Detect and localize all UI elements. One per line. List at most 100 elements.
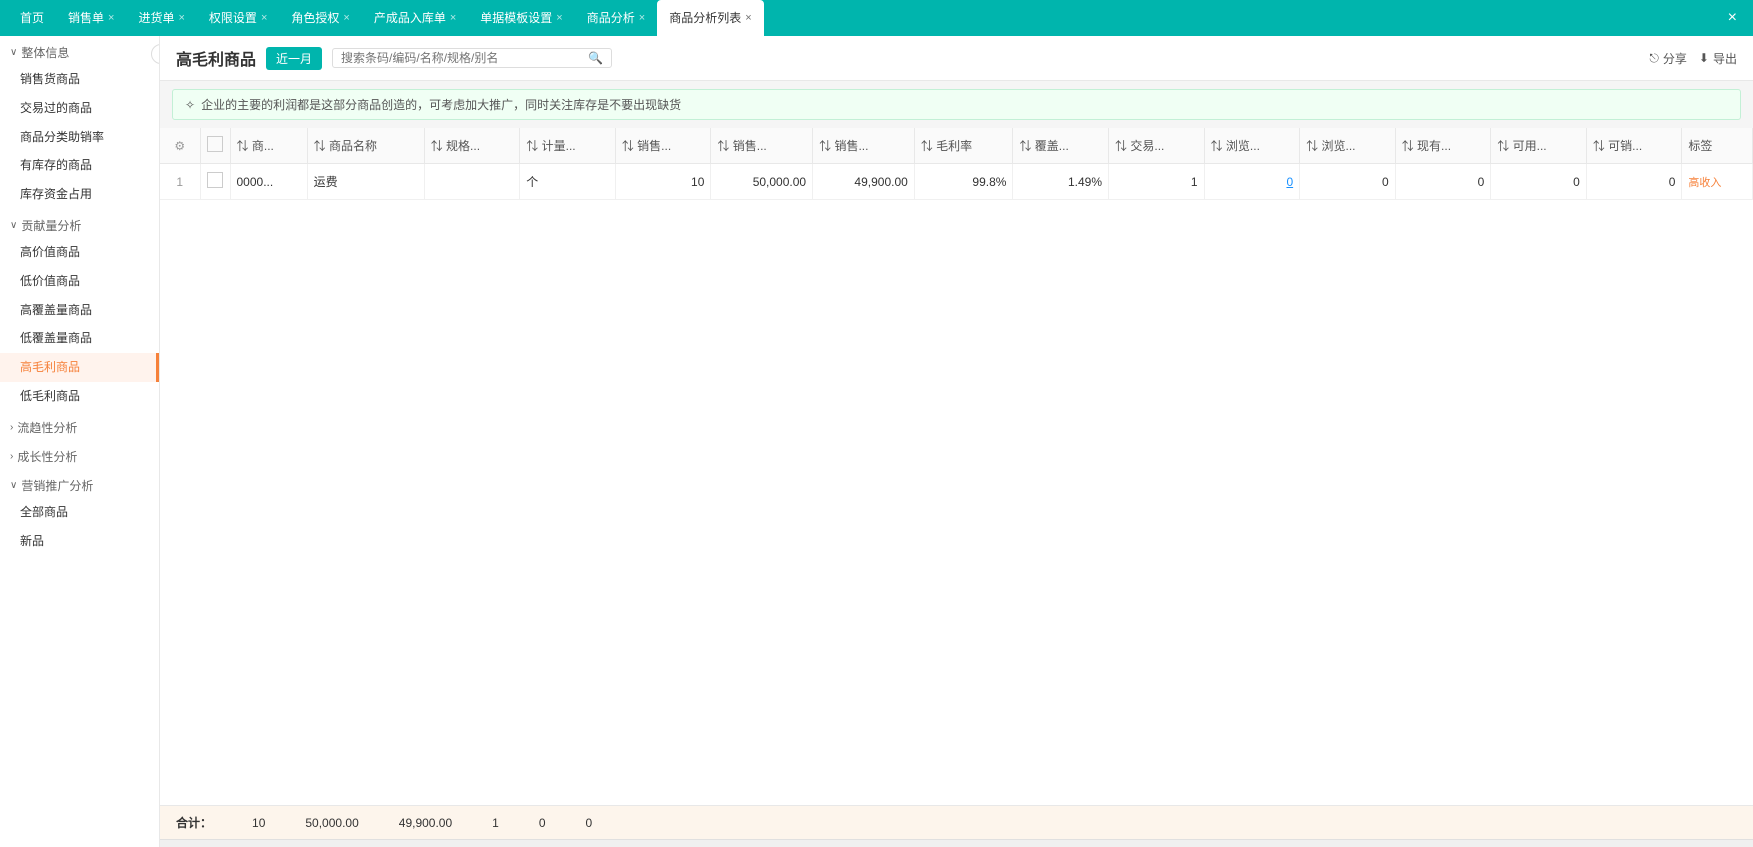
sidebar-item-in-stock[interactable]: 有库存的商品 [0, 151, 159, 180]
sidebar-group-marketing[interactable]: ∨ 营销推广分析 [0, 469, 159, 498]
col-sort-icon-14: ⇅ [1497, 139, 1509, 153]
data-table: ⚙ ⇅ 商... ⇅ 商品名称 [160, 128, 1753, 200]
nav-role-auth-close[interactable]: × [343, 0, 349, 36]
nav-product-analysis-close[interactable]: × [639, 0, 645, 36]
search-box: 🔍 [332, 48, 612, 68]
th-sales-cost[interactable]: ⇅ 销售... [813, 128, 915, 164]
cell-coverage: 1.49% [1013, 164, 1109, 200]
cell-checkbox[interactable] [200, 164, 230, 200]
window-close-btn[interactable]: × [1720, 9, 1745, 27]
nav-product-analysis[interactable]: 商品分析 × [575, 0, 657, 36]
sidebar-item-stock-capital[interactable]: 库存资金占用 [0, 180, 159, 209]
col-sort-icon-2: ⇅ [314, 139, 326, 153]
sidebar-group-contribution[interactable]: ∨ 贡献量分析 [0, 209, 159, 238]
cell-available: 0 [1491, 164, 1587, 200]
nav-permission-settings[interactable]: 权限设置 × [197, 0, 279, 36]
nav-sales-order-close[interactable]: × [108, 0, 114, 36]
nav-purchase-order[interactable]: 进货单 × [126, 0, 196, 36]
sidebar-item-high-margin[interactable]: 高毛利商品 [0, 353, 159, 382]
time-filter-btn[interactable]: 近一月 [266, 47, 322, 70]
share-icon: ⎋ [1649, 51, 1659, 66]
arrow-down-icon-2: ∨ [10, 220, 17, 231]
nav-role-auth[interactable]: 角色授权 × [279, 0, 361, 36]
sidebar-item-sales-goods[interactable]: 销售货商品 [0, 65, 159, 94]
footer-available: 0 [586, 816, 593, 830]
search-icon[interactable]: 🔍 [588, 51, 603, 65]
select-all-checkbox[interactable] [207, 136, 223, 152]
table-wrapper: ⚙ ⇅ 商... ⇅ 商品名称 [160, 128, 1753, 805]
th-unit[interactable]: ⇅ 计量... [520, 128, 616, 164]
footer-transactions: 1 [492, 816, 499, 830]
search-input[interactable] [341, 51, 588, 65]
arrow-down-icon: ∨ [10, 47, 17, 58]
nav-product-instock[interactable]: 产成品入库单 × [362, 0, 468, 36]
content-area: 高毛利商品 近一月 🔍 ⎋ 分享 ⬇ 导出 ✧ 企业的主要的利润都是这部分商品创… [160, 36, 1753, 847]
th-current-stock[interactable]: ⇅ 现有... [1395, 128, 1491, 164]
sidebar-item-high-coverage[interactable]: 高覆盖量商品 [0, 296, 159, 325]
sidebar-item-new-goods[interactable]: 新品 [0, 527, 159, 556]
sidebar-item-traded-goods[interactable]: 交易过的商品 [0, 94, 159, 123]
sidebar-group-growth[interactable]: › 成长性分析 [0, 440, 159, 469]
th-sales-qty[interactable]: ⇅ 销售... [615, 128, 711, 164]
nav-template-settings[interactable]: 单据模板设置 × [468, 0, 574, 36]
col-sort-icon-3: ⇅ [431, 139, 443, 153]
nav-template-close[interactable]: × [556, 0, 562, 36]
cell-gross-margin: 99.8% [914, 164, 1013, 200]
sidebar-item-high-value[interactable]: 高价值商品 [0, 238, 159, 267]
nav-home[interactable]: 首页 [8, 0, 56, 36]
cell-code: 0000... [230, 164, 307, 200]
top-navigation: 首页 销售单 × 进货单 × 权限设置 × 角色授权 × 产成品入库单 × 单据… [0, 0, 1753, 36]
col-sort-icon-7: ⇅ [819, 139, 831, 153]
info-icon: ✧ [185, 98, 195, 112]
th-saleable[interactable]: ⇅ 可销... [1586, 128, 1682, 164]
th-code[interactable]: ⇅ 商... [230, 128, 307, 164]
nav-purchase-order-close[interactable]: × [178, 0, 184, 36]
th-spec[interactable]: ⇅ 规格... [424, 128, 520, 164]
sidebar-item-category-rate[interactable]: 商品分类助销率 [0, 123, 159, 152]
th-browse2[interactable]: ⇅ 浏览... [1300, 128, 1396, 164]
sidebar-group-overall[interactable]: ∨ 整体信息 [0, 36, 159, 65]
col-sort-icon-10: ⇅ [1115, 139, 1127, 153]
cell-browse2: 0 [1300, 164, 1396, 200]
sidebar-item-low-margin[interactable]: 低毛利商品 [0, 382, 159, 411]
page-title: 高毛利商品 [176, 46, 256, 70]
arrow-down-icon-3: ∨ [10, 480, 17, 491]
footer-current-stock: 0 [539, 816, 546, 830]
th-transactions[interactable]: ⇅ 交易... [1109, 128, 1205, 164]
th-browse1[interactable]: ⇅ 浏览... [1204, 128, 1300, 164]
sidebar-item-low-value[interactable]: 低价值商品 [0, 267, 159, 296]
footer-total-label: 合计： [176, 814, 212, 831]
cell-transactions: 1 [1109, 164, 1205, 200]
nav-product-instock-close[interactable]: × [450, 0, 456, 36]
nav-permission-close[interactable]: × [261, 0, 267, 36]
sidebar-group-trend[interactable]: › 流趋性分析 [0, 411, 159, 440]
cell-tag: 高收入 [1682, 164, 1753, 200]
nav-sales-order[interactable]: 销售单 × [56, 0, 126, 36]
th-tag: 标签 [1682, 128, 1753, 164]
footer-sales-cost: 49,900.00 [399, 816, 452, 830]
th-gross-margin[interactable]: ⇅ 毛利率 [914, 128, 1013, 164]
cell-saleable: 0 [1586, 164, 1682, 200]
th-name[interactable]: ⇅ 商品名称 [307, 128, 424, 164]
th-sales-amount[interactable]: ⇅ 销售... [711, 128, 813, 164]
cell-browse1[interactable]: 0 [1204, 164, 1300, 200]
cell-sales-cost: 49,900.00 [813, 164, 915, 200]
content-header: 高毛利商品 近一月 🔍 ⎋ 分享 ⬇ 导出 [160, 36, 1753, 81]
col-sort-icon-6: ⇅ [717, 139, 729, 153]
sidebar-item-all-goods[interactable]: 全部商品 [0, 498, 159, 527]
col-sort-icon-12: ⇅ [1306, 139, 1318, 153]
col-sort-icon-15: ⇅ [1593, 139, 1605, 153]
export-btn[interactable]: ⬇ 导出 [1699, 50, 1737, 67]
settings-icon[interactable]: ⚙ [174, 139, 185, 153]
sidebar-item-low-coverage[interactable]: 低覆盖量商品 [0, 324, 159, 353]
share-btn[interactable]: ⎋ 分享 [1649, 50, 1687, 67]
arrow-right-icon-2: › [10, 451, 13, 462]
horizontal-scrollbar[interactable] [160, 839, 1753, 847]
nav-product-analysis-list[interactable]: 商品分析列表 × [657, 0, 763, 36]
th-available[interactable]: ⇅ 可用... [1491, 128, 1587, 164]
cell-sales-amount: 50,000.00 [711, 164, 813, 200]
footer-sales-amount: 50,000.00 [305, 816, 358, 830]
nav-product-analysis-list-close[interactable]: × [745, 0, 751, 36]
th-coverage[interactable]: ⇅ 覆盖... [1013, 128, 1109, 164]
main-layout: 《 ∨ 整体信息 销售货商品 交易过的商品 商品分类助销率 有库存的商品 库存资… [0, 36, 1753, 847]
